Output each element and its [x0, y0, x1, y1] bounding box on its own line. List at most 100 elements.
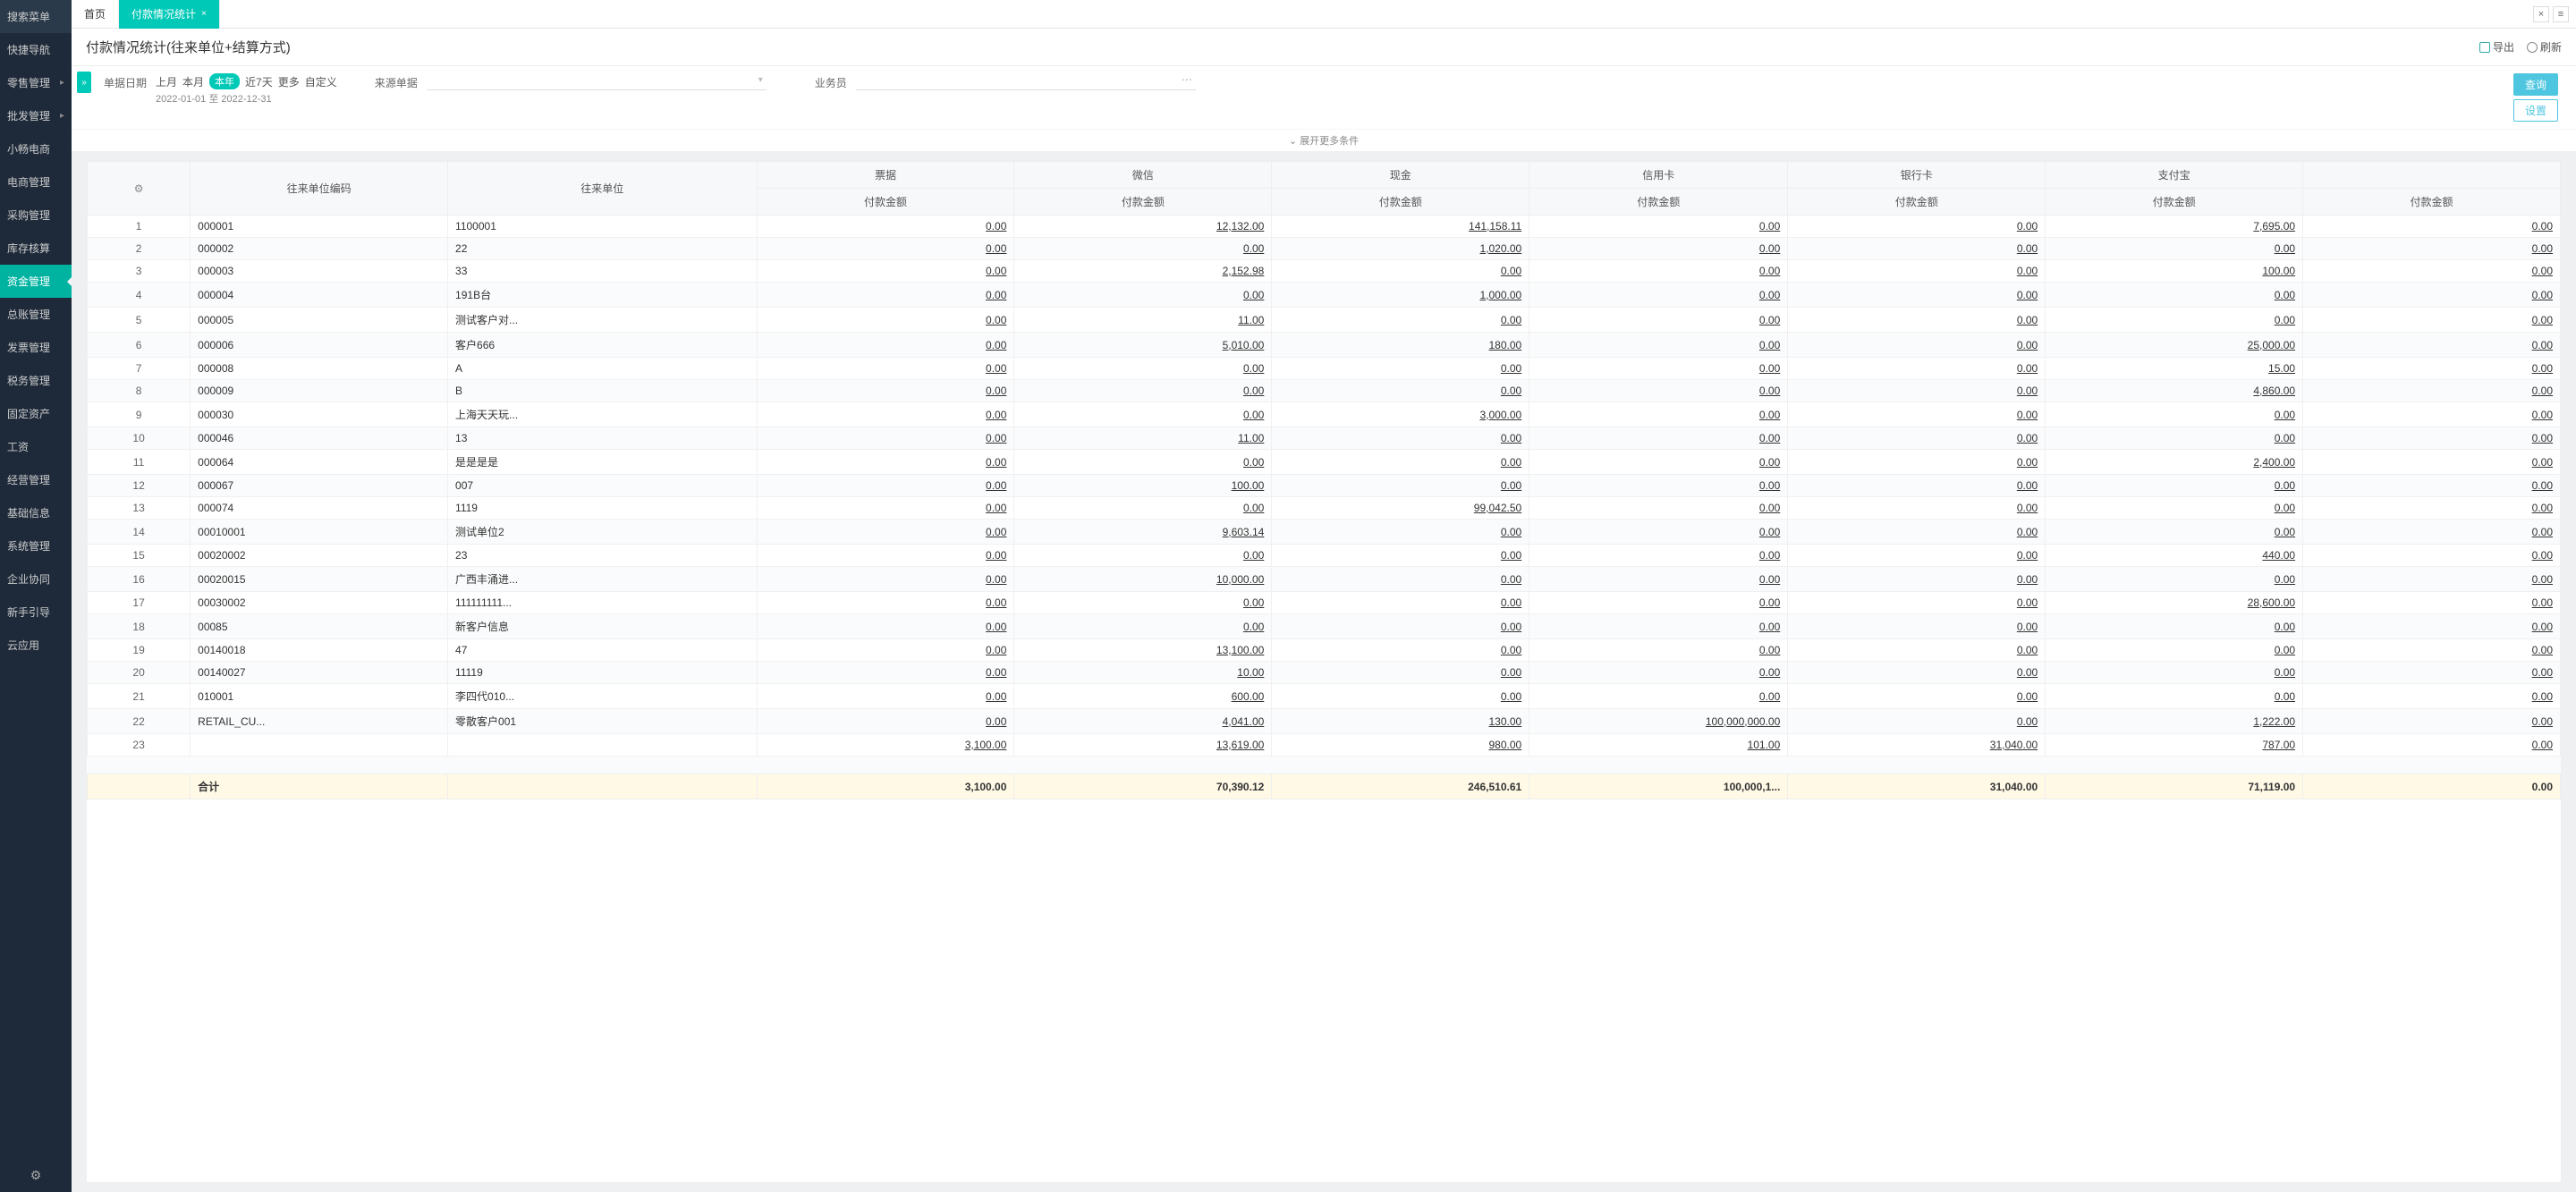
amount-link[interactable]: 0.00 — [2532, 432, 2553, 444]
th-sub[interactable]: 付款金额 — [757, 189, 1014, 216]
amount-link[interactable]: 0.00 — [2532, 596, 2553, 609]
amount-link[interactable]: 141,158.11 — [1469, 220, 1521, 232]
amount-link[interactable]: 0.00 — [1759, 314, 1780, 326]
amount-link[interactable]: 0.00 — [1759, 526, 1780, 538]
amount-link[interactable]: 0.00 — [2532, 385, 2553, 397]
amount-link[interactable]: 12,132.00 — [1216, 220, 1264, 232]
amount-link[interactable]: 0.00 — [2275, 479, 2295, 492]
amount-link[interactable]: 0.00 — [2532, 549, 2553, 562]
sidebar-item-6[interactable]: 采购管理 — [0, 199, 72, 232]
sidebar-item-14[interactable]: 经营管理 — [0, 463, 72, 496]
amount-link[interactable]: 0.00 — [2275, 502, 2295, 514]
amount-link[interactable]: 0.00 — [986, 644, 1006, 656]
amount-link[interactable]: 0.00 — [2017, 549, 2038, 562]
amount-link[interactable]: 0.00 — [1243, 596, 1264, 609]
amount-link[interactable]: 0.00 — [2532, 479, 2553, 492]
sidebar-item-5[interactable]: 电商管理 — [0, 165, 72, 199]
amount-link[interactable]: 0.00 — [2275, 409, 2295, 421]
amount-link[interactable]: 0.00 — [2017, 409, 2038, 421]
th-group[interactable] — [2303, 162, 2561, 189]
amount-link[interactable]: 0.00 — [2017, 456, 2038, 469]
amount-link[interactable]: 0.00 — [1243, 362, 1264, 375]
amount-link[interactable]: 0.00 — [1501, 526, 1521, 538]
amount-link[interactable]: 0.00 — [2532, 666, 2553, 679]
sidebar-item-1[interactable]: 快捷导航 — [0, 33, 72, 66]
amount-link[interactable]: 25,000.00 — [2248, 339, 2295, 351]
table-row[interactable]: 1300007411190.000.0099,042.500.000.000.0… — [88, 497, 2561, 520]
sidebar-item-9[interactable]: 总账管理 — [0, 298, 72, 331]
table-row[interactable]: 11000064是是是是0.000.000.000.000.002,400.00… — [88, 450, 2561, 475]
amount-link[interactable]: 28,600.00 — [2248, 596, 2295, 609]
export-button[interactable]: 导出 — [2479, 39, 2514, 55]
amount-link[interactable]: 4,860.00 — [2253, 385, 2295, 397]
table-settings-icon[interactable]: ⚙ — [134, 182, 144, 195]
amount-link[interactable]: 15.00 — [2268, 362, 2295, 375]
amount-link[interactable]: 13,619.00 — [1216, 739, 1264, 751]
amount-link[interactable]: 0.00 — [986, 502, 1006, 514]
amount-link[interactable]: 0.00 — [986, 409, 1006, 421]
amount-link[interactable]: 5,010.00 — [1223, 339, 1265, 351]
amount-link[interactable]: 600.00 — [1232, 690, 1265, 703]
amount-link[interactable]: 0.00 — [2532, 690, 2553, 703]
amount-link[interactable]: 0.00 — [1243, 289, 1264, 301]
tab-1[interactable]: 付款情况统计× — [119, 0, 220, 29]
amount-link[interactable]: 0.00 — [2017, 339, 2038, 351]
amount-link[interactable]: 0.00 — [2275, 242, 2295, 255]
amount-link[interactable]: 4,041.00 — [1223, 715, 1265, 728]
amount-link[interactable]: 0.00 — [2532, 739, 2553, 751]
amount-link[interactable]: 2,400.00 — [2253, 456, 2295, 469]
amount-link[interactable]: 0.00 — [2275, 573, 2295, 586]
amount-link[interactable]: 0.00 — [2532, 409, 2553, 421]
th-sub[interactable]: 付款金额 — [1272, 189, 1530, 216]
amount-link[interactable]: 0.00 — [1243, 549, 1264, 562]
amount-link[interactable]: 0.00 — [2017, 385, 2038, 397]
amount-link[interactable]: 0.00 — [986, 621, 1006, 633]
amount-link[interactable]: 0.00 — [2017, 621, 2038, 633]
amount-link[interactable]: 440.00 — [2262, 549, 2295, 562]
date-opt[interactable]: 更多 — [278, 74, 300, 89]
query-button[interactable]: 查询 — [2513, 73, 2558, 96]
amount-link[interactable]: 0.00 — [1501, 362, 1521, 375]
th-group[interactable]: 现金 — [1272, 162, 1530, 189]
amount-link[interactable]: 0.00 — [1759, 479, 1780, 492]
amount-link[interactable]: 99,042.50 — [1474, 502, 1521, 514]
amount-link[interactable]: 0.00 — [2017, 573, 2038, 586]
date-opt[interactable]: 上月 — [156, 74, 177, 89]
table-row[interactable]: 120000670070.00100.000.000.000.000.000.0… — [88, 475, 2561, 497]
amount-link[interactable]: 31,040.00 — [1990, 739, 2038, 751]
th-group[interactable]: 微信 — [1014, 162, 1272, 189]
amount-link[interactable]: 0.00 — [986, 242, 1006, 255]
amount-link[interactable]: 0.00 — [1501, 690, 1521, 703]
table-row[interactable]: 22RETAIL_CU...零散客户0010.004,041.00130.001… — [88, 709, 2561, 734]
amount-link[interactable]: 10,000.00 — [1216, 573, 1264, 586]
table-row[interactable]: 2000002220.000.001,020.000.000.000.000.0… — [88, 238, 2561, 260]
amount-link[interactable]: 0.00 — [986, 265, 1006, 277]
amount-link[interactable]: 0.00 — [2275, 690, 2295, 703]
amount-link[interactable]: 0.00 — [2017, 432, 2038, 444]
amount-link[interactable]: 0.00 — [1759, 220, 1780, 232]
amount-link[interactable]: 0.00 — [2275, 644, 2295, 656]
amount-link[interactable]: 0.00 — [1501, 549, 1521, 562]
amount-link[interactable]: 10.00 — [1237, 666, 1264, 679]
amount-link[interactable]: 7,695.00 — [2253, 220, 2295, 232]
table-row[interactable]: 4000004191B台0.000.001,000.000.000.000.00… — [88, 283, 2561, 308]
amount-link[interactable]: 0.00 — [2532, 526, 2553, 538]
date-opt[interactable]: 本月 — [182, 74, 204, 89]
table-row[interactable]: 5000005测试客户对...0.0011.000.000.000.000.00… — [88, 308, 2561, 333]
amount-link[interactable]: 980.00 — [1488, 739, 1521, 751]
amount-link[interactable]: 0.00 — [2017, 314, 2038, 326]
sidebar-item-11[interactable]: 税务管理 — [0, 364, 72, 397]
amount-link[interactable]: 0.00 — [1759, 242, 1780, 255]
amount-link[interactable]: 0.00 — [1759, 385, 1780, 397]
amount-link[interactable]: 3,100.00 — [965, 739, 1007, 751]
tab-menu-icon[interactable]: ≡ — [2553, 6, 2569, 22]
amount-link[interactable]: 0.00 — [1243, 502, 1264, 514]
refresh-button[interactable]: 刷新 — [2527, 39, 2562, 55]
amount-link[interactable]: 0.00 — [1759, 362, 1780, 375]
amount-link[interactable]: 0.00 — [1759, 644, 1780, 656]
date-opt[interactable]: 自定义 — [305, 74, 337, 89]
table-row[interactable]: 9000030上海天天玩...0.000.003,000.000.000.000… — [88, 402, 2561, 427]
th-group[interactable]: 票据 — [757, 162, 1014, 189]
amount-link[interactable]: 0.00 — [2017, 666, 2038, 679]
th-sub[interactable]: 付款金额 — [1014, 189, 1272, 216]
